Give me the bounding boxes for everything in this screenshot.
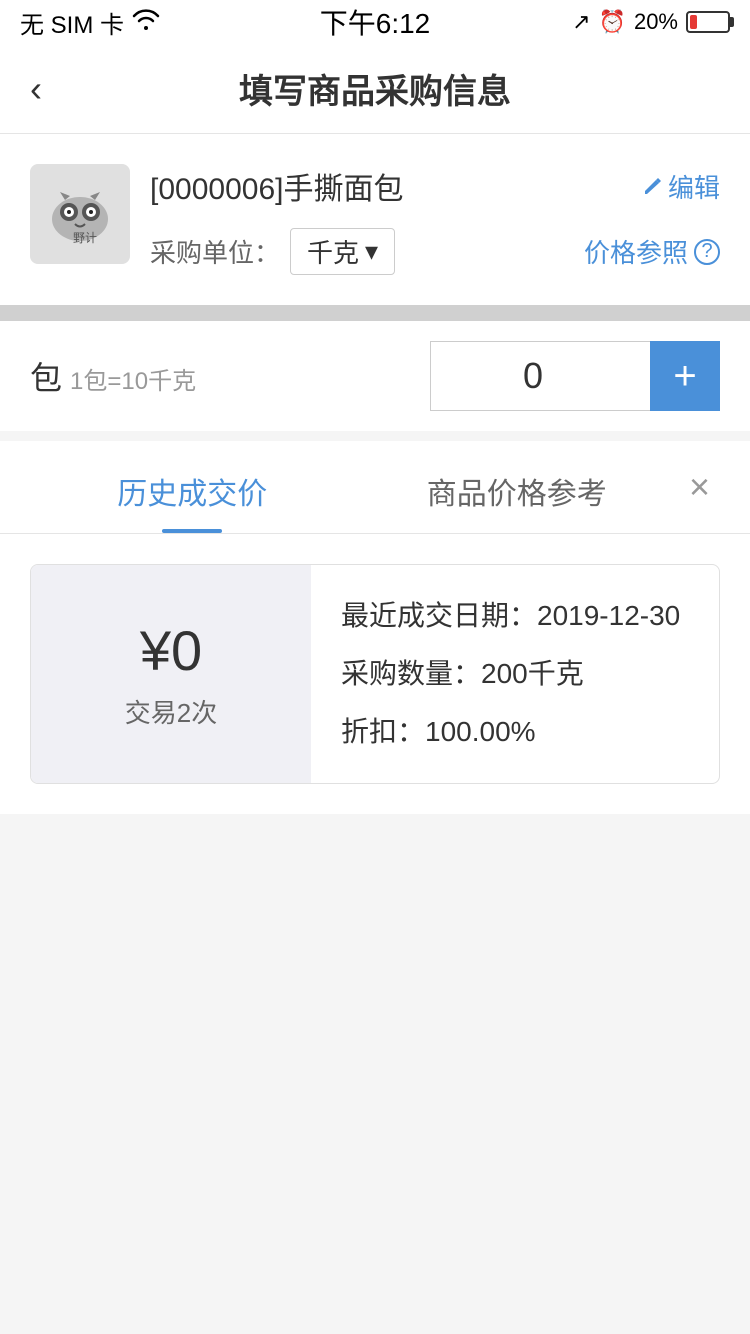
quantity-input[interactable] <box>430 341 650 411</box>
price-ref-label: 价格参照 <box>584 233 688 270</box>
unit-value: 千克 <box>307 233 359 270</box>
purchase-qty-value: 200千克 <box>481 658 584 689</box>
purchase-qty-label: 采购数量： <box>341 658 481 689</box>
wifi-icon <box>132 8 160 37</box>
back-button[interactable]: ‹ <box>30 68 42 110</box>
recent-date-row: 最近成交日期：2019-12-30 <box>341 595 689 637</box>
quantity-conversion: 1包=10千克 <box>70 361 196 396</box>
recent-date-label: 最近成交日期： <box>341 600 537 631</box>
tab-close-button[interactable]: × <box>679 456 720 518</box>
unit-row: 采购单位： 千克 ▾ <box>150 228 395 275</box>
help-icon: ? <box>694 239 720 265</box>
section-divider <box>0 305 750 321</box>
product-title: 手撕面包 <box>283 173 403 206</box>
edit-icon <box>642 175 664 197</box>
tab-product-price-ref[interactable]: 商品价格参考 <box>354 441 678 533</box>
battery-indicator <box>686 11 730 33</box>
price-card: ¥0 交易2次 最近成交日期：2019-12-30 采购数量：200千克 折扣：… <box>30 564 720 784</box>
product-id: [0000006] <box>150 173 283 206</box>
tab-bar: 历史成交价 商品价格参考 × <box>0 441 750 534</box>
svg-text:野计: 野计 <box>73 231 97 244</box>
alarm-icon: ⏰ <box>599 9 626 35</box>
status-left: 无 SIM 卡 <box>20 5 160 40</box>
edit-button[interactable]: 编辑 <box>642 168 720 205</box>
quantity-label: 包 1包=10千克 <box>30 353 196 399</box>
nav-bar: ‹ 填写商品采购信息 <box>0 44 750 134</box>
price-summary-left: ¥0 交易2次 <box>31 565 311 783</box>
product-name: [0000006]手撕面包 <box>150 164 403 208</box>
owl-logo: 野计 <box>45 184 115 244</box>
price-value: 0 <box>171 619 202 682</box>
currency-symbol: ¥ <box>140 619 171 682</box>
location-icon: ↗ <box>572 9 590 35</box>
dropdown-icon: ▾ <box>365 236 378 267</box>
status-bar: 无 SIM 卡 下午6:12 ↗ ⏰ 20% <box>0 0 750 44</box>
tab-section: 历史成交价 商品价格参考 × ¥0 交易2次 最近成交日期：2019-12-30… <box>0 441 750 814</box>
carrier-text: 无 SIM 卡 <box>20 5 124 40</box>
trade-count: 交易2次 <box>125 693 217 730</box>
edit-label: 编辑 <box>668 168 720 205</box>
discount-value: 100.00% <box>425 716 536 747</box>
quantity-plus-button[interactable]: + <box>650 341 720 411</box>
status-right: ↗ ⏰ 20% <box>572 9 730 35</box>
unit-label: 采购单位： <box>150 233 280 270</box>
purchase-qty-row: 采购数量：200千克 <box>341 653 689 695</box>
recent-date-value: 2019-12-30 <box>537 600 680 631</box>
quantity-unit-main: 包 <box>30 353 62 399</box>
price-detail-right: 最近成交日期：2019-12-30 采购数量：200千克 折扣：100.00% <box>311 565 719 783</box>
tab-history-price[interactable]: 历史成交价 <box>30 441 354 533</box>
quantity-input-row: + <box>430 341 720 411</box>
discount-row: 折扣：100.00% <box>341 711 689 753</box>
price-ref-button[interactable]: 价格参照 ? <box>584 233 720 270</box>
history-price-content: ¥0 交易2次 最近成交日期：2019-12-30 采购数量：200千克 折扣：… <box>0 534 750 814</box>
price-amount: ¥0 <box>140 618 202 683</box>
page-title: 填写商品采购信息 <box>239 64 511 113</box>
status-time: 下午6:12 <box>320 2 431 42</box>
battery-text: 20% <box>634 9 678 35</box>
product-card: 野计 [0000006]手撕面包 编辑 采购单位： <box>0 134 750 305</box>
product-thumbnail: 野计 <box>30 164 130 264</box>
unit-select[interactable]: 千克 ▾ <box>290 228 395 275</box>
discount-label: 折扣： <box>341 716 425 747</box>
product-info: [0000006]手撕面包 编辑 采购单位： 千克 ▾ <box>150 164 720 275</box>
quantity-row: 包 1包=10千克 + <box>0 321 750 431</box>
